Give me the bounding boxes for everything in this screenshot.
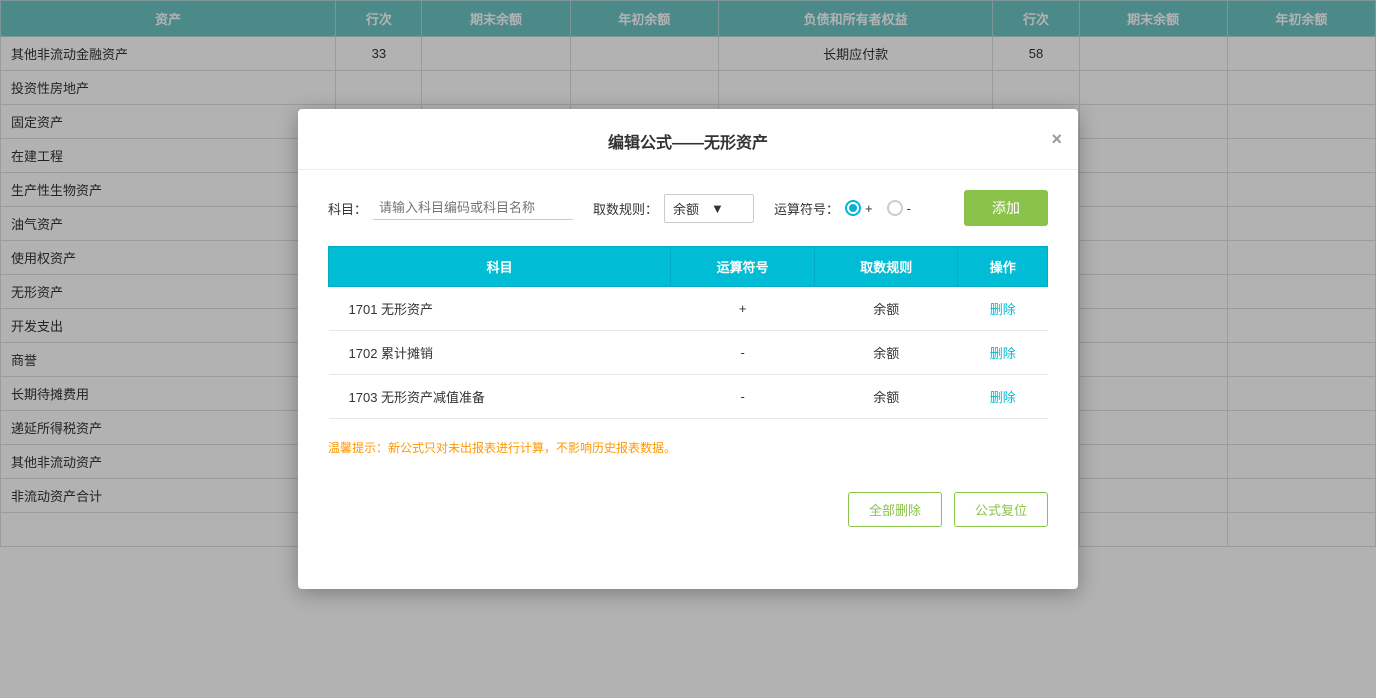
row-operator: - [671,375,815,419]
formula-row: 1701 无形资产 + 余额 删除 [329,287,1048,331]
col-action: 操作 [958,247,1048,287]
subject-label: 科目： [328,199,367,218]
col-operator: 运算符号 [671,247,815,287]
formula-row: 1703 无形资产减值准备 - 余额 删除 [329,375,1048,419]
row-action[interactable]: 删除 [958,331,1048,375]
edit-formula-modal: 编辑公式——无形资产 × 科目： 取数规则： 余额 ▼ [298,109,1078,589]
row-rule: 余额 [814,287,958,331]
operator-minus-label: - [907,201,911,216]
modal-body: 科目： 取数规则： 余额 ▼ 运算符号： [298,170,1078,476]
operator-plus-radio[interactable]: + [845,200,873,216]
row-rule: 余额 [814,375,958,419]
row-action[interactable]: 删除 [958,287,1048,331]
rule-group: 取数规则： 余额 ▼ [593,194,754,223]
row-action[interactable]: 删除 [958,375,1048,419]
formula-row: 1702 累计摊销 - 余额 删除 [329,331,1048,375]
chevron-down-icon: ▼ [711,201,745,216]
radio-plus-circle [845,200,861,216]
close-icon[interactable]: × [1051,130,1062,148]
subject-input[interactable] [373,196,573,220]
rule-select[interactable]: 余额 ▼ [664,194,754,223]
modal-footer: 全部删除 公式复位 [298,476,1078,547]
modal-header: 编辑公式——无形资产 × [298,109,1078,170]
row-operator: + [671,287,815,331]
subject-group: 科目： [328,196,573,220]
warning-text: 温馨提示：新公式只对未出报表进行计算，不影响历史报表数据。 [328,439,1048,456]
operator-plus-label: + [865,201,873,216]
row-subject: 1702 累计摊销 [329,331,671,375]
radio-minus-circle [887,200,903,216]
row-subject: 1701 无形资产 [329,287,671,331]
col-subject: 科目 [329,247,671,287]
reset-formula-button[interactable]: 公式复位 [954,492,1048,527]
row-operator: - [671,331,815,375]
add-button[interactable]: 添加 [964,190,1048,226]
modal-overlay: 编辑公式——无形资产 × 科目： 取数规则： 余额 ▼ [0,0,1376,698]
rule-value: 余额 [673,199,707,218]
modal-title: 编辑公式——无形资产 [608,135,768,152]
row-subject: 1703 无形资产减值准备 [329,375,671,419]
operator-group: 运算符号： + - [774,199,911,218]
operator-minus-radio[interactable]: - [887,200,911,216]
formula-form-row: 科目： 取数规则： 余额 ▼ 运算符号： [328,190,1048,226]
delete-all-button[interactable]: 全部删除 [848,492,942,527]
col-rule: 取数规则 [814,247,958,287]
formula-table: 科目 运算符号 取数规则 操作 1701 无形资产 + 余额 删除 1702 累… [328,246,1048,419]
row-rule: 余额 [814,331,958,375]
operator-label: 运算符号： [774,199,839,218]
rule-label: 取数规则： [593,199,658,218]
operator-radio-group: + - [845,200,911,216]
